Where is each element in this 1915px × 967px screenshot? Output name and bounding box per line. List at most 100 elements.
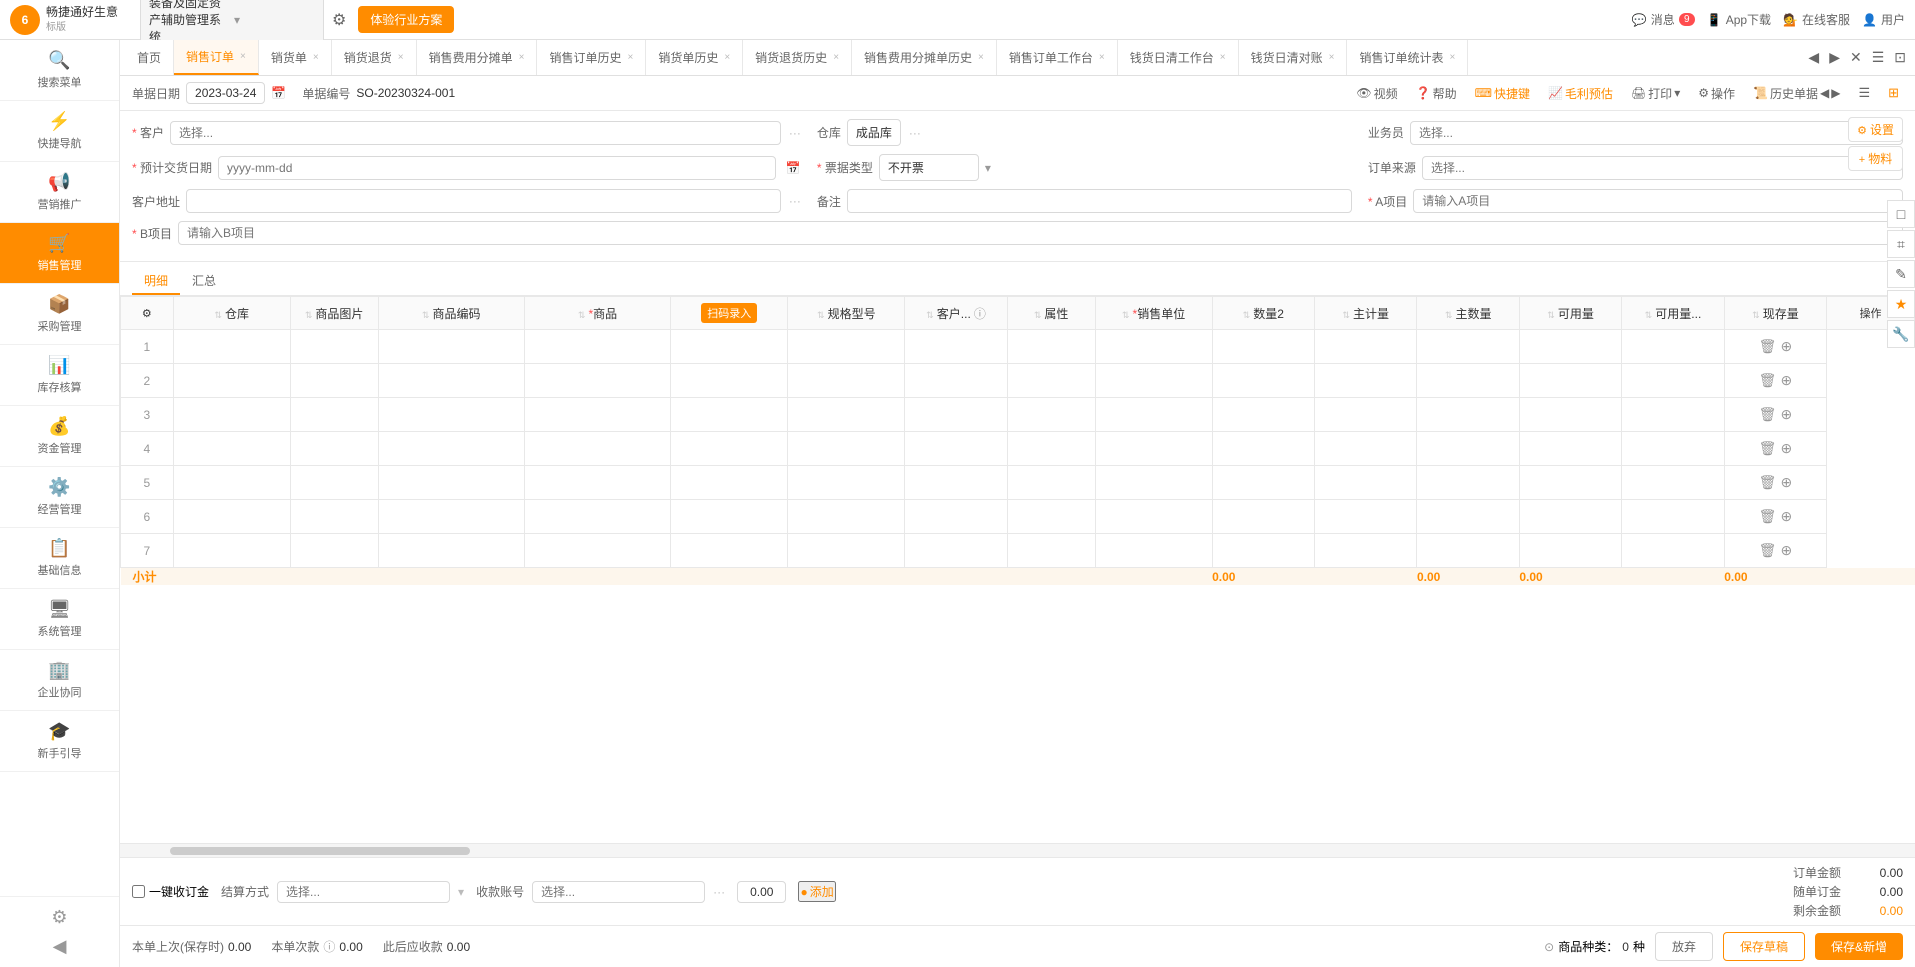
cell[interactable] [905,398,1007,432]
tab-close-order-workbench[interactable]: × [1099,52,1105,63]
cell[interactable] [290,432,378,466]
customer-input[interactable] [170,121,781,145]
cell[interactable] [671,534,788,568]
remarks-input[interactable] [847,189,1352,213]
history-prev[interactable]: ◀ [1820,86,1829,100]
cell[interactable] [524,500,670,534]
one-click-checkbox[interactable] [132,885,145,898]
tab-order-history[interactable]: 销售订单历史 × [537,40,646,75]
table-wrapper[interactable]: ⚙ ⇅ 仓库 ⇅ 商品图片 ⇅ 商品编码 ⇅ [120,296,1915,843]
cell[interactable] [1315,432,1417,466]
payment-dropdown-arrow[interactable]: ▾ [458,885,464,899]
cell[interactable] [1417,364,1519,398]
cell[interactable] [788,398,905,432]
col-config[interactable]: ⚙ [121,297,174,330]
cell[interactable] [1095,330,1212,364]
delivery-date-input[interactable] [218,156,776,180]
horizontal-scrollbar[interactable] [120,843,1915,857]
cell[interactable] [1007,432,1095,466]
tab-close-sales-summary[interactable]: × [1449,52,1455,63]
cell[interactable] [173,500,290,534]
cell[interactable] [378,364,524,398]
profit-button[interactable]: 📈 毛利预估 [1544,83,1617,104]
tab-bill-history[interactable]: 销货单历史 × [646,40,743,75]
cell[interactable] [1315,398,1417,432]
delete-row-icon[interactable]: 🗑 [1759,372,1777,389]
tab-maximize-button[interactable]: ⊡ [1890,45,1910,70]
customer-address-input[interactable] [186,189,781,213]
cell[interactable] [1519,500,1621,534]
warehouse-more-dots[interactable]: ··· [909,126,921,140]
cell[interactable] [1622,330,1724,364]
business-input[interactable] [1410,121,1903,145]
delete-row-icon[interactable]: 🗑 [1759,542,1777,559]
tab-menu-button[interactable]: ☰ [1868,45,1889,70]
cell[interactable] [1417,432,1519,466]
cell[interactable] [671,364,788,398]
cell[interactable] [1417,500,1519,534]
cell[interactable] [671,432,788,466]
float-btn-2[interactable]: ⌗ [1887,230,1915,258]
cell[interactable] [1315,364,1417,398]
help-button[interactable]: ❓ 帮助 [1412,83,1461,104]
cell[interactable] [524,432,670,466]
cell[interactable] [1007,364,1095,398]
cell[interactable] [1212,466,1314,500]
cell[interactable] [1212,398,1314,432]
tab-order-workbench[interactable]: 销售订单工作台 × [997,40,1118,75]
tab-close-cash-reconcile[interactable]: × [1329,52,1335,63]
product-count-search-icon[interactable]: ⊙ [1544,940,1554,954]
cell[interactable] [1007,466,1095,500]
cell[interactable] [1622,398,1724,432]
tab-close-sales-bill[interactable]: × [313,52,319,63]
copy-row-icon[interactable]: ⊕ [1780,338,1792,355]
cell[interactable] [1315,330,1417,364]
cell[interactable] [1622,500,1724,534]
discount-info-icon[interactable]: ⓘ [323,938,335,955]
float-btn-1[interactable]: □ [1887,200,1915,228]
cell[interactable] [788,364,905,398]
cell[interactable] [788,466,905,500]
tab-sales-bill[interactable]: 销货单 × [259,40,332,75]
tab-sales-return[interactable]: 销货退货 × [332,40,417,75]
cell[interactable] [1519,466,1621,500]
cell[interactable] [1315,534,1417,568]
tab-sales-summary[interactable]: 销售订单统计表 × [1347,40,1468,75]
cell[interactable] [1212,330,1314,364]
cell[interactable] [905,466,1007,500]
cell[interactable] [1622,534,1724,568]
cell[interactable] [1007,398,1095,432]
cell[interactable] [1417,534,1519,568]
sidebar-item-purchase[interactable]: 📦 采购管理 [0,284,119,345]
cell[interactable] [905,330,1007,364]
one-click-checkbox-area[interactable]: 一键收订金 [132,883,209,900]
cell[interactable] [1095,534,1212,568]
cell[interactable] [1095,364,1212,398]
cell[interactable] [788,432,905,466]
message-button[interactable]: 💬 消息 9 [1632,11,1695,28]
invoice-type-arrow[interactable]: ▾ [985,161,991,175]
cell[interactable] [173,364,290,398]
sidebar-item-search[interactable]: 🔍 搜索菜单 [0,40,119,101]
cell[interactable] [524,534,670,568]
sidebar-item-enterprise[interactable]: 🏢 企业协同 [0,650,119,711]
copy-row-icon[interactable]: ⊕ [1780,372,1792,389]
cell[interactable] [1212,364,1314,398]
copy-row-icon[interactable]: ⊕ [1780,474,1792,491]
delete-row-icon[interactable]: 🗑 [1759,338,1777,355]
grid-view-icon[interactable]: ⊞ [1884,83,1903,103]
sidebar-item-system[interactable]: 🖥 系统管理 [0,589,119,650]
tab-cash-daily[interactable]: 钱货日清工作台 × [1118,40,1239,75]
warehouse-value[interactable]: 成品库 [847,119,901,146]
sidebar-item-sales[interactable]: 🛒 销售管理 [0,223,119,284]
cell[interactable] [173,466,290,500]
cell[interactable] [905,534,1007,568]
cell[interactable] [378,330,524,364]
cell[interactable] [788,500,905,534]
delete-row-icon[interactable]: 🗑 [1759,508,1777,525]
cell[interactable] [290,364,378,398]
float-btn-3[interactable]: ✎ [1887,260,1915,288]
cell[interactable] [671,466,788,500]
bank-more-dots[interactable]: ··· [713,885,725,899]
tab-close-cash-daily[interactable]: × [1220,52,1226,63]
